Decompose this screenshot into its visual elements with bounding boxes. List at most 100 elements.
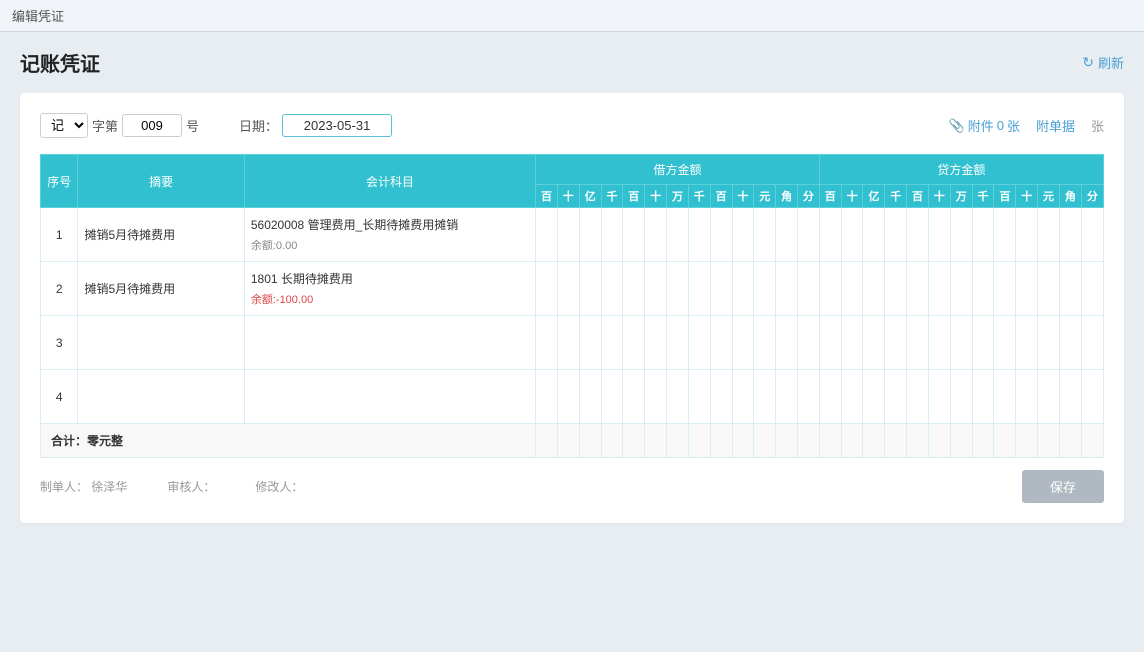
debit-digit-cell[interactable] [623, 316, 645, 370]
debit-digit-cell[interactable] [601, 370, 623, 424]
debit-digit-cell[interactable] [536, 262, 558, 316]
credit-digit-cell[interactable] [907, 262, 929, 316]
credit-digit-cell[interactable] [1081, 370, 1103, 424]
credit-digit-cell[interactable] [819, 316, 841, 370]
credit-digit-cell[interactable] [885, 370, 907, 424]
save-button[interactable]: 保存 [1022, 470, 1104, 503]
debit-digit-cell[interactable] [732, 370, 754, 424]
debit-digit-cell[interactable] [536, 208, 558, 262]
debit-digit-cell[interactable] [798, 316, 820, 370]
credit-digit-cell[interactable] [972, 208, 994, 262]
debit-digit-cell[interactable] [645, 262, 667, 316]
cell-summary[interactable] [78, 316, 244, 370]
debit-digit-cell[interactable] [710, 262, 732, 316]
credit-digit-cell[interactable] [819, 370, 841, 424]
debit-digit-cell[interactable] [557, 208, 579, 262]
credit-digit-cell[interactable] [972, 370, 994, 424]
credit-digit-cell[interactable] [1016, 208, 1038, 262]
debit-digit-cell[interactable] [601, 208, 623, 262]
debit-digit-cell[interactable] [776, 370, 798, 424]
credit-digit-cell[interactable] [841, 370, 863, 424]
debit-digit-cell[interactable] [754, 262, 776, 316]
debit-digit-cell[interactable] [688, 208, 710, 262]
debit-digit-cell[interactable] [688, 262, 710, 316]
credit-digit-cell[interactable] [1016, 262, 1038, 316]
cell-account[interactable]: 56020008 管理费用_长期待摊费用摊销余额:0.00 [244, 208, 535, 262]
refresh-button[interactable]: ↻ 刷新 [1082, 53, 1124, 72]
debit-digit-cell[interactable] [601, 316, 623, 370]
credit-digit-cell[interactable] [1059, 208, 1081, 262]
debit-digit-cell[interactable] [557, 316, 579, 370]
credit-digit-cell[interactable] [1059, 262, 1081, 316]
debit-digit-cell[interactable] [645, 208, 667, 262]
debit-digit-cell[interactable] [667, 262, 689, 316]
cell-summary[interactable] [78, 370, 244, 424]
credit-digit-cell[interactable] [819, 208, 841, 262]
credit-digit-cell[interactable] [1038, 208, 1060, 262]
debit-digit-cell[interactable] [732, 262, 754, 316]
debit-digit-cell[interactable] [579, 316, 601, 370]
debit-digit-cell[interactable] [710, 316, 732, 370]
debit-digit-cell[interactable] [579, 370, 601, 424]
credit-digit-cell[interactable] [907, 316, 929, 370]
cell-summary[interactable]: 摊销5月待摊费用 [78, 262, 244, 316]
debit-digit-cell[interactable] [710, 208, 732, 262]
debit-digit-cell[interactable] [667, 316, 689, 370]
debit-digit-cell[interactable] [623, 208, 645, 262]
voucher-number-input[interactable] [122, 114, 182, 137]
debit-digit-cell[interactable] [732, 316, 754, 370]
credit-digit-cell[interactable] [1016, 370, 1038, 424]
credit-digit-cell[interactable] [928, 262, 950, 316]
credit-digit-cell[interactable] [1059, 316, 1081, 370]
credit-digit-cell[interactable] [885, 316, 907, 370]
credit-digit-cell[interactable] [972, 262, 994, 316]
credit-digit-cell[interactable] [863, 370, 885, 424]
debit-digit-cell[interactable] [710, 370, 732, 424]
credit-digit-cell[interactable] [885, 208, 907, 262]
debit-digit-cell[interactable] [754, 370, 776, 424]
debit-digit-cell[interactable] [536, 370, 558, 424]
cell-account[interactable]: 1801 长期待摊费用余额:-100.00 [244, 262, 535, 316]
credit-digit-cell[interactable] [994, 370, 1016, 424]
debit-digit-cell[interactable] [776, 262, 798, 316]
debit-digit-cell[interactable] [798, 262, 820, 316]
credit-digit-cell[interactable] [950, 370, 972, 424]
debit-digit-cell[interactable] [754, 208, 776, 262]
attach-single-link[interactable]: 附单据 [1036, 116, 1075, 135]
credit-digit-cell[interactable] [928, 316, 950, 370]
debit-digit-cell[interactable] [776, 316, 798, 370]
credit-digit-cell[interactable] [950, 262, 972, 316]
debit-digit-cell[interactable] [579, 262, 601, 316]
debit-digit-cell[interactable] [667, 370, 689, 424]
debit-digit-cell[interactable] [557, 262, 579, 316]
debit-digit-cell[interactable] [645, 370, 667, 424]
debit-digit-cell[interactable] [688, 370, 710, 424]
debit-digit-cell[interactable] [732, 208, 754, 262]
credit-digit-cell[interactable] [1059, 370, 1081, 424]
credit-digit-cell[interactable] [928, 370, 950, 424]
debit-digit-cell[interactable] [798, 208, 820, 262]
credit-digit-cell[interactable] [972, 316, 994, 370]
credit-digit-cell[interactable] [841, 262, 863, 316]
credit-digit-cell[interactable] [863, 262, 885, 316]
credit-digit-cell[interactable] [841, 208, 863, 262]
credit-digit-cell[interactable] [885, 262, 907, 316]
debit-digit-cell[interactable] [579, 208, 601, 262]
date-input[interactable] [282, 114, 392, 137]
credit-digit-cell[interactable] [1038, 370, 1060, 424]
debit-digit-cell[interactable] [688, 316, 710, 370]
debit-digit-cell[interactable] [557, 370, 579, 424]
debit-digit-cell[interactable] [536, 316, 558, 370]
debit-digit-cell[interactable] [623, 370, 645, 424]
credit-digit-cell[interactable] [907, 370, 929, 424]
credit-digit-cell[interactable] [950, 316, 972, 370]
credit-digit-cell[interactable] [819, 262, 841, 316]
cell-account[interactable] [244, 370, 535, 424]
cell-account[interactable] [244, 316, 535, 370]
credit-digit-cell[interactable] [950, 208, 972, 262]
credit-digit-cell[interactable] [928, 208, 950, 262]
credit-digit-cell[interactable] [994, 262, 1016, 316]
credit-digit-cell[interactable] [863, 316, 885, 370]
credit-digit-cell[interactable] [1038, 262, 1060, 316]
credit-digit-cell[interactable] [841, 316, 863, 370]
